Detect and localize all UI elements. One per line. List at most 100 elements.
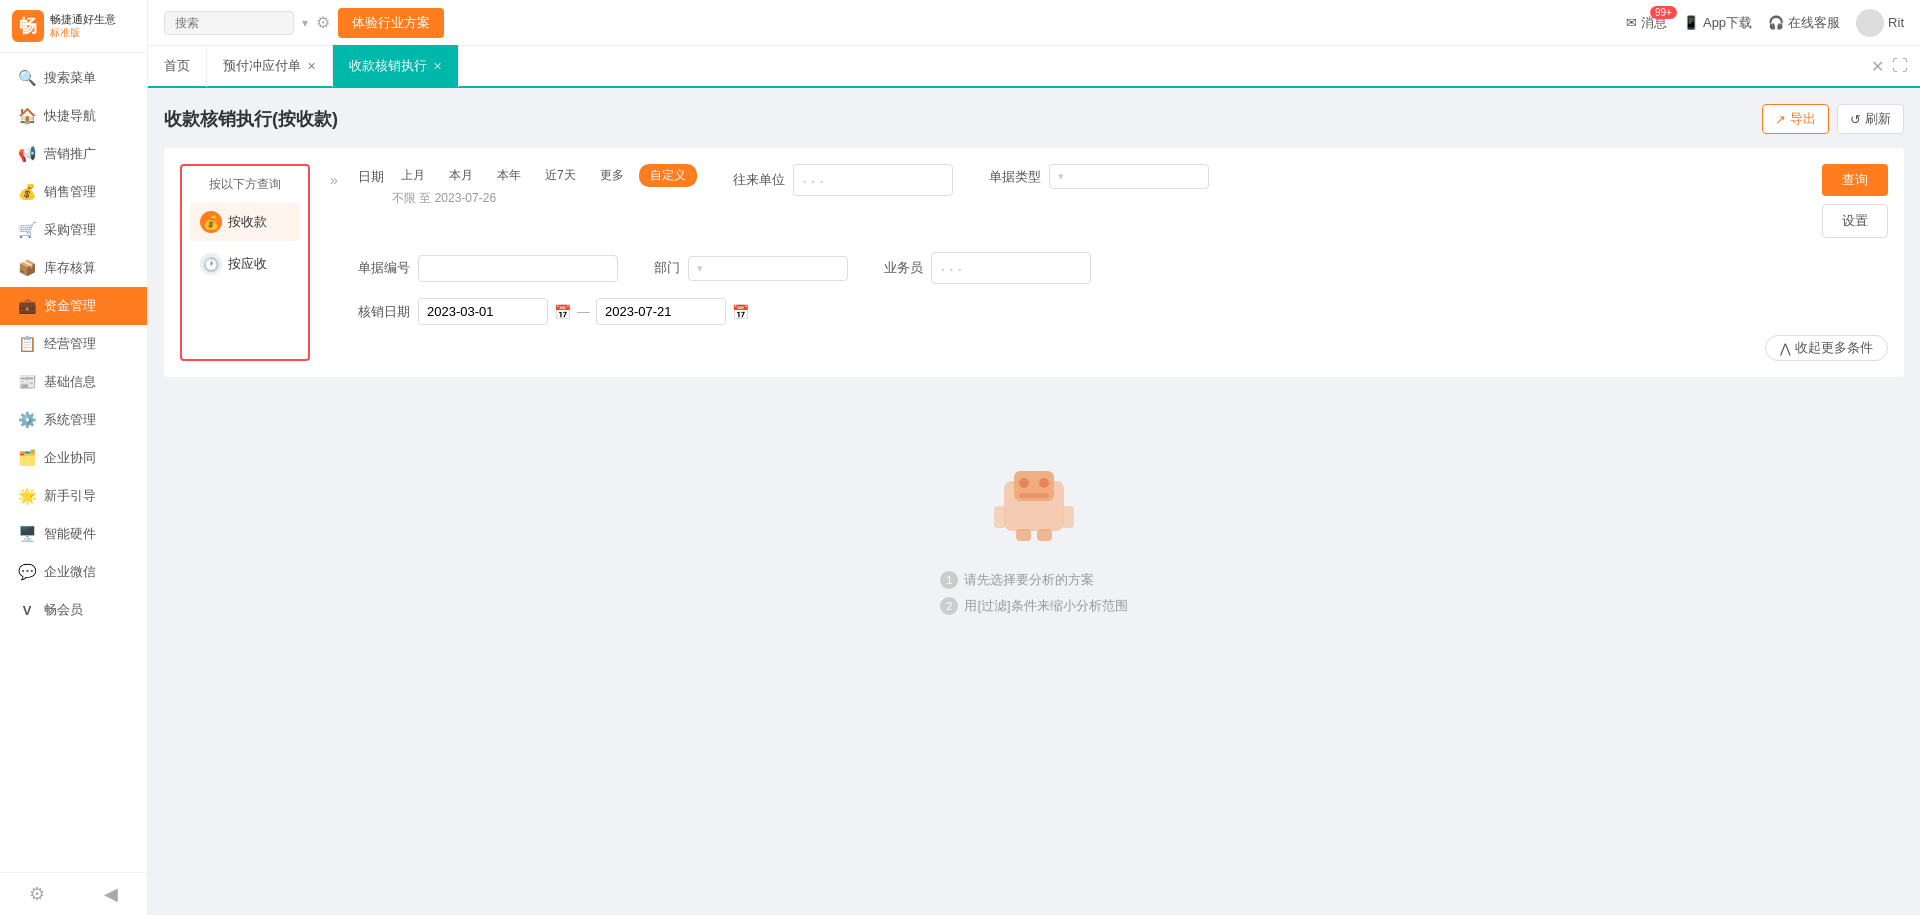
tab-close-all-icon[interactable]: ✕: [1871, 57, 1884, 76]
tab-prepay[interactable]: 预付冲应付单 ✕: [207, 45, 333, 87]
doc-type-field: 单据类型 ▾: [989, 164, 1209, 189]
tab-prepay-close-icon[interactable]: ✕: [307, 60, 316, 73]
doc-no-field: 单据编号: [358, 255, 618, 282]
sidebar-label-member: 畅会员: [44, 601, 83, 619]
topbar: ▾ ⚙ 体验行业方案 ✉ 消息 99+ 📱 App下载 🎧 在线客服 Rit: [148, 0, 1920, 46]
writeoff-end-input[interactable]: [596, 298, 726, 325]
refresh-button[interactable]: ↺ 刷新: [1837, 104, 1904, 134]
dept-label: 部门: [654, 259, 680, 277]
finance-icon: 💼: [18, 297, 36, 315]
sales-icon: 💰: [18, 183, 36, 201]
topbar-chevron-icon[interactable]: ▾: [302, 16, 308, 30]
tab-receipt-write-off[interactable]: 收款核销执行 ✕: [333, 45, 459, 87]
message-icon: ✉: [1626, 15, 1637, 30]
counterparty-select[interactable]: ···: [793, 164, 953, 196]
user-area[interactable]: Rit: [1856, 9, 1904, 37]
page-content: 收款核销执行(按收款) ↗ 导出 ↺ 刷新 按以下方查询 💰: [148, 88, 1920, 915]
export-button[interactable]: ↗ 导出: [1762, 104, 1829, 134]
tab-home[interactable]: 首页: [148, 45, 207, 87]
date-this-year-btn[interactable]: 本年: [488, 164, 530, 187]
sidebar-item-basic-info[interactable]: 📰 基础信息: [0, 363, 147, 401]
date-field: 日期 上月 本月 本年 近7天 更多 自定义 不限 至: [358, 164, 697, 207]
date-7days-btn[interactable]: 近7天: [536, 164, 585, 187]
receipt-option-icon: 💰: [200, 211, 222, 233]
hint-text-2: 用[过滤]条件来缩小分析范围: [964, 593, 1127, 619]
dept-select[interactable]: ▾: [688, 256, 848, 281]
sidebar-item-search[interactable]: 🔍 搜索菜单: [0, 59, 147, 97]
empty-illustration: [984, 451, 1084, 551]
receivable-option-icon: 🕐: [200, 253, 222, 275]
doc-type-select[interactable]: ▾: [1049, 164, 1209, 189]
service-label: 在线客服: [1788, 14, 1840, 32]
date-more-btn[interactable]: 更多: [591, 164, 633, 187]
service-button[interactable]: 🎧 在线客服: [1768, 14, 1840, 32]
sidebar-item-enterprise[interactable]: 🗂️ 企业协同: [0, 439, 147, 477]
sidebar-bottom: ⚙ ◀: [0, 872, 147, 915]
writeoff-start-input[interactable]: [418, 298, 548, 325]
tab-prepay-label: 预付冲应付单: [223, 57, 301, 75]
sidebar-item-sales[interactable]: 💰 销售管理: [0, 173, 147, 211]
writeoff-date-label: 核销日期: [358, 303, 410, 321]
app-download-button[interactable]: 📱 App下载: [1683, 14, 1752, 32]
marketing-icon: 📢: [18, 145, 36, 163]
sidebar-item-purchase[interactable]: 🛒 采购管理: [0, 211, 147, 249]
date-last-month-btn[interactable]: 上月: [392, 164, 434, 187]
filter-type-title: 按以下方查询: [190, 176, 300, 193]
sidebar: 畅 畅捷通好生意 标准版 🔍 搜索菜单 🏠 快捷导航 📢 营销推广 💰 销售管理…: [0, 0, 148, 915]
date-this-month-btn[interactable]: 本月: [440, 164, 482, 187]
filter-type-panel: 按以下方查询 💰 按收款 🕐 按应收: [180, 164, 310, 361]
filter-fields: 日期 上月 本月 本年 近7天 更多 自定义 不限 至: [358, 164, 1888, 361]
writeoff-start-calendar-icon[interactable]: 📅: [554, 304, 571, 320]
filter-collapse-arrow[interactable]: »: [322, 168, 346, 192]
sidebar-item-quick-nav[interactable]: 🏠 快捷导航: [0, 97, 147, 135]
hint-num-1: 1: [940, 571, 958, 589]
salesperson-dots: ···: [940, 258, 966, 278]
query-button[interactable]: 查询: [1822, 164, 1888, 196]
sidebar-item-finance[interactable]: 💼 资金管理: [0, 287, 147, 325]
salesperson-select[interactable]: ···: [931, 252, 1091, 284]
writeoff-end-calendar-icon[interactable]: 📅: [732, 304, 749, 320]
setting-button[interactable]: 设置: [1822, 204, 1888, 238]
receivable-option-label: 按应收: [228, 255, 267, 273]
sidebar-item-wechat[interactable]: 💬 企业微信: [0, 553, 147, 591]
message-badge: 99+: [1650, 6, 1677, 19]
sidebar-item-guide[interactable]: 🌟 新手引导: [0, 477, 147, 515]
svg-rect-6: [1062, 506, 1074, 528]
settings-icon[interactable]: ⚙: [29, 883, 45, 905]
collapse-row: ⋀ 收起更多条件: [358, 335, 1888, 361]
sidebar-item-marketing[interactable]: 📢 营销推广: [0, 135, 147, 173]
member-icon: V: [18, 601, 36, 619]
sidebar-label-marketing: 营销推广: [44, 145, 96, 163]
filter-option-by-receipt[interactable]: 💰 按收款: [190, 203, 300, 241]
sidebar-item-operation[interactable]: 📋 经营管理: [0, 325, 147, 363]
sidebar-item-system[interactable]: ⚙️ 系统管理: [0, 401, 147, 439]
date-separator: —: [577, 304, 590, 319]
doc-no-label: 单据编号: [358, 259, 410, 277]
tab-receipt-close-icon[interactable]: ✕: [433, 60, 442, 73]
collapse-sidebar-icon[interactable]: ◀: [104, 883, 118, 905]
home-icon: 🏠: [18, 107, 36, 125]
doc-no-input[interactable]: [418, 255, 618, 282]
app-icon: 📱: [1683, 15, 1699, 30]
purchase-icon: 🛒: [18, 221, 36, 239]
logo-sub: 标准版: [50, 26, 116, 40]
message-button[interactable]: ✉ 消息 99+: [1626, 14, 1667, 32]
sidebar-item-inventory[interactable]: 📦 库存核算: [0, 249, 147, 287]
filter-option-by-receivable[interactable]: 🕐 按应收: [190, 245, 300, 283]
logo-text: 畅捷通好生意: [50, 12, 116, 26]
topbar-right: ✉ 消息 99+ 📱 App下载 🎧 在线客服 Rit: [1626, 9, 1904, 37]
topbar-gear-icon[interactable]: ⚙: [316, 13, 330, 32]
sidebar-item-member[interactable]: V 畅会员: [0, 591, 147, 629]
topbar-search-input[interactable]: [164, 11, 294, 35]
sidebar-label-operation: 经营管理: [44, 335, 96, 353]
main-area: ▾ ⚙ 体验行业方案 ✉ 消息 99+ 📱 App下载 🎧 在线客服 Rit: [148, 0, 1920, 915]
dept-field: 部门 ▾: [654, 256, 848, 281]
sidebar-item-hardware[interactable]: 🖥️ 智能硬件: [0, 515, 147, 553]
sidebar-label-sales: 销售管理: [44, 183, 96, 201]
sidebar-menu: 🔍 搜索菜单 🏠 快捷导航 📢 营销推广 💰 销售管理 🛒 采购管理 📦 库存核…: [0, 53, 147, 872]
filter-actions: 查询 设置: [1822, 164, 1888, 238]
tab-expand-icon[interactable]: ⛶: [1892, 57, 1908, 75]
date-custom-btn[interactable]: 自定义: [639, 164, 697, 187]
collapse-more-btn[interactable]: ⋀ 收起更多条件: [1765, 335, 1888, 361]
solution-button[interactable]: 体验行业方案: [338, 8, 444, 38]
